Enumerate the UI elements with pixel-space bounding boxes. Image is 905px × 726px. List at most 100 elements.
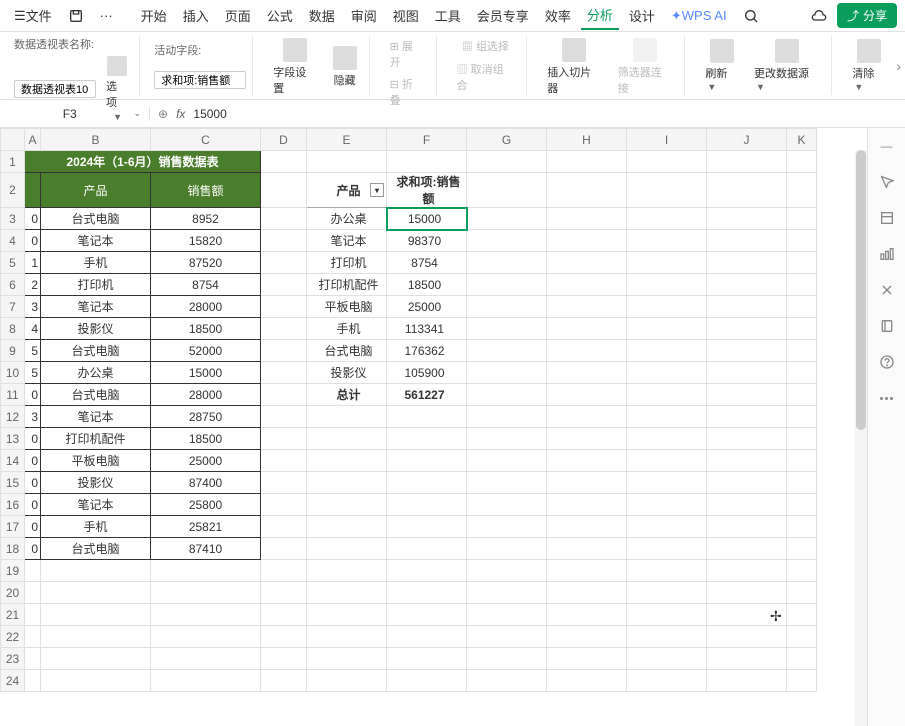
col-header-B[interactable]: B (41, 129, 151, 151)
cell-J24[interactable] (707, 670, 787, 692)
cell-H19[interactable] (547, 560, 627, 582)
cell-E11[interactable]: 总计 (307, 384, 387, 406)
cell-D20[interactable] (261, 582, 307, 604)
cell-D13[interactable] (261, 428, 307, 450)
cell-F2[interactable]: 求和项:销售额 (387, 173, 467, 208)
cell-I22[interactable] (627, 626, 707, 648)
sidebar-properties-icon[interactable] (877, 208, 897, 228)
cell-E8[interactable]: 手机 (307, 318, 387, 340)
more-icon[interactable]: ··· (94, 4, 119, 27)
cell-I23[interactable] (627, 648, 707, 670)
cell-G14[interactable] (467, 450, 547, 472)
cell-C23[interactable] (151, 648, 261, 670)
cell-D17[interactable] (261, 516, 307, 538)
cell-F23[interactable] (387, 648, 467, 670)
menu-page[interactable]: 页面 (219, 2, 257, 29)
cell-J2[interactable] (707, 173, 787, 208)
cell-D18[interactable] (261, 538, 307, 560)
row-header-17[interactable]: 17 (1, 516, 25, 538)
col-header-D[interactable]: D (261, 129, 307, 151)
cell-H18[interactable] (547, 538, 627, 560)
row-header-24[interactable]: 24 (1, 670, 25, 692)
cell-D3[interactable] (261, 208, 307, 230)
cell-F7[interactable]: 25000 (387, 296, 467, 318)
cell-H23[interactable] (547, 648, 627, 670)
cell-G12[interactable] (467, 406, 547, 428)
menu-view[interactable]: 视图 (387, 2, 425, 29)
cell-K7[interactable] (787, 296, 817, 318)
cell-F1[interactable] (387, 151, 467, 173)
cell-C18[interactable]: 87410 (151, 538, 261, 560)
cell-E4[interactable]: 笔记本 (307, 230, 387, 252)
cell-B7[interactable]: 笔记本 (41, 296, 151, 318)
cell-D2[interactable] (261, 173, 307, 208)
cell-E16[interactable] (307, 494, 387, 516)
menu-design[interactable]: 设计 (623, 2, 661, 29)
cell-J16[interactable] (707, 494, 787, 516)
cell-K14[interactable] (787, 450, 817, 472)
cell-G11[interactable] (467, 384, 547, 406)
cell-A15[interactable]: 0 (25, 472, 41, 494)
cell-J5[interactable] (707, 252, 787, 274)
cell-C3[interactable]: 8952 (151, 208, 261, 230)
sidebar-chart-icon[interactable] (877, 244, 897, 264)
ribbon-scroll-right[interactable]: › (896, 58, 901, 74)
cell-A4[interactable]: 0 (25, 230, 41, 252)
cell-G10[interactable] (467, 362, 547, 384)
row-header-14[interactable]: 14 (1, 450, 25, 472)
cell-E18[interactable] (307, 538, 387, 560)
cell-A18[interactable]: 0 (25, 538, 41, 560)
cell-H10[interactable] (547, 362, 627, 384)
cell-F13[interactable] (387, 428, 467, 450)
cell-G3[interactable] (467, 208, 547, 230)
cell-E5[interactable]: 打印机 (307, 252, 387, 274)
cell-K5[interactable] (787, 252, 817, 274)
cell-C4[interactable]: 15820 (151, 230, 261, 252)
cell-J7[interactable] (707, 296, 787, 318)
cell-G2[interactable] (467, 173, 547, 208)
cell-F8[interactable]: 113341 (387, 318, 467, 340)
cell-A1[interactable]: 2024年（1-6月）销售数据表 (25, 151, 261, 173)
cell-H15[interactable] (547, 472, 627, 494)
row-header-1[interactable]: 1 (1, 151, 25, 173)
cell-G22[interactable] (467, 626, 547, 648)
cloud-icon[interactable] (805, 4, 833, 28)
cell-H5[interactable] (547, 252, 627, 274)
cell-F15[interactable] (387, 472, 467, 494)
cell-I8[interactable] (627, 318, 707, 340)
refresh-button[interactable]: 刷新▼ (699, 37, 744, 95)
sidebar-more-icon[interactable] (877, 388, 897, 408)
cell-I21[interactable] (627, 604, 707, 626)
cell-A7[interactable]: 3 (25, 296, 41, 318)
cell-C12[interactable]: 28750 (151, 406, 261, 428)
cell-F24[interactable] (387, 670, 467, 692)
cell-D12[interactable] (261, 406, 307, 428)
cell-I24[interactable] (627, 670, 707, 692)
sidebar-help-icon[interactable] (877, 352, 897, 372)
cell-A17[interactable]: 0 (25, 516, 41, 538)
cell-E24[interactable] (307, 670, 387, 692)
menu-tools[interactable]: 工具 (429, 2, 467, 29)
cell-G13[interactable] (467, 428, 547, 450)
cell-E15[interactable] (307, 472, 387, 494)
cell-A12[interactable]: 3 (25, 406, 41, 428)
cell-A19[interactable] (25, 560, 41, 582)
cell-J18[interactable] (707, 538, 787, 560)
cell-G4[interactable] (467, 230, 547, 252)
col-header-F[interactable]: F (387, 129, 467, 151)
cell-D23[interactable] (261, 648, 307, 670)
cell-E20[interactable] (307, 582, 387, 604)
search-icon[interactable] (737, 4, 765, 28)
cell-B13[interactable]: 打印机配件 (41, 428, 151, 450)
hamburger-menu[interactable]: ☰ 文件 (8, 2, 58, 29)
cell-D9[interactable] (261, 340, 307, 362)
scroll-thumb[interactable] (856, 150, 866, 430)
cell-B24[interactable] (41, 670, 151, 692)
cell-K12[interactable] (787, 406, 817, 428)
cell-K21[interactable] (787, 604, 817, 626)
cell-H20[interactable] (547, 582, 627, 604)
cell-C2[interactable]: 销售额 (151, 173, 261, 208)
row-header-12[interactable]: 12 (1, 406, 25, 428)
cell-C22[interactable] (151, 626, 261, 648)
cell-E1[interactable] (307, 151, 387, 173)
